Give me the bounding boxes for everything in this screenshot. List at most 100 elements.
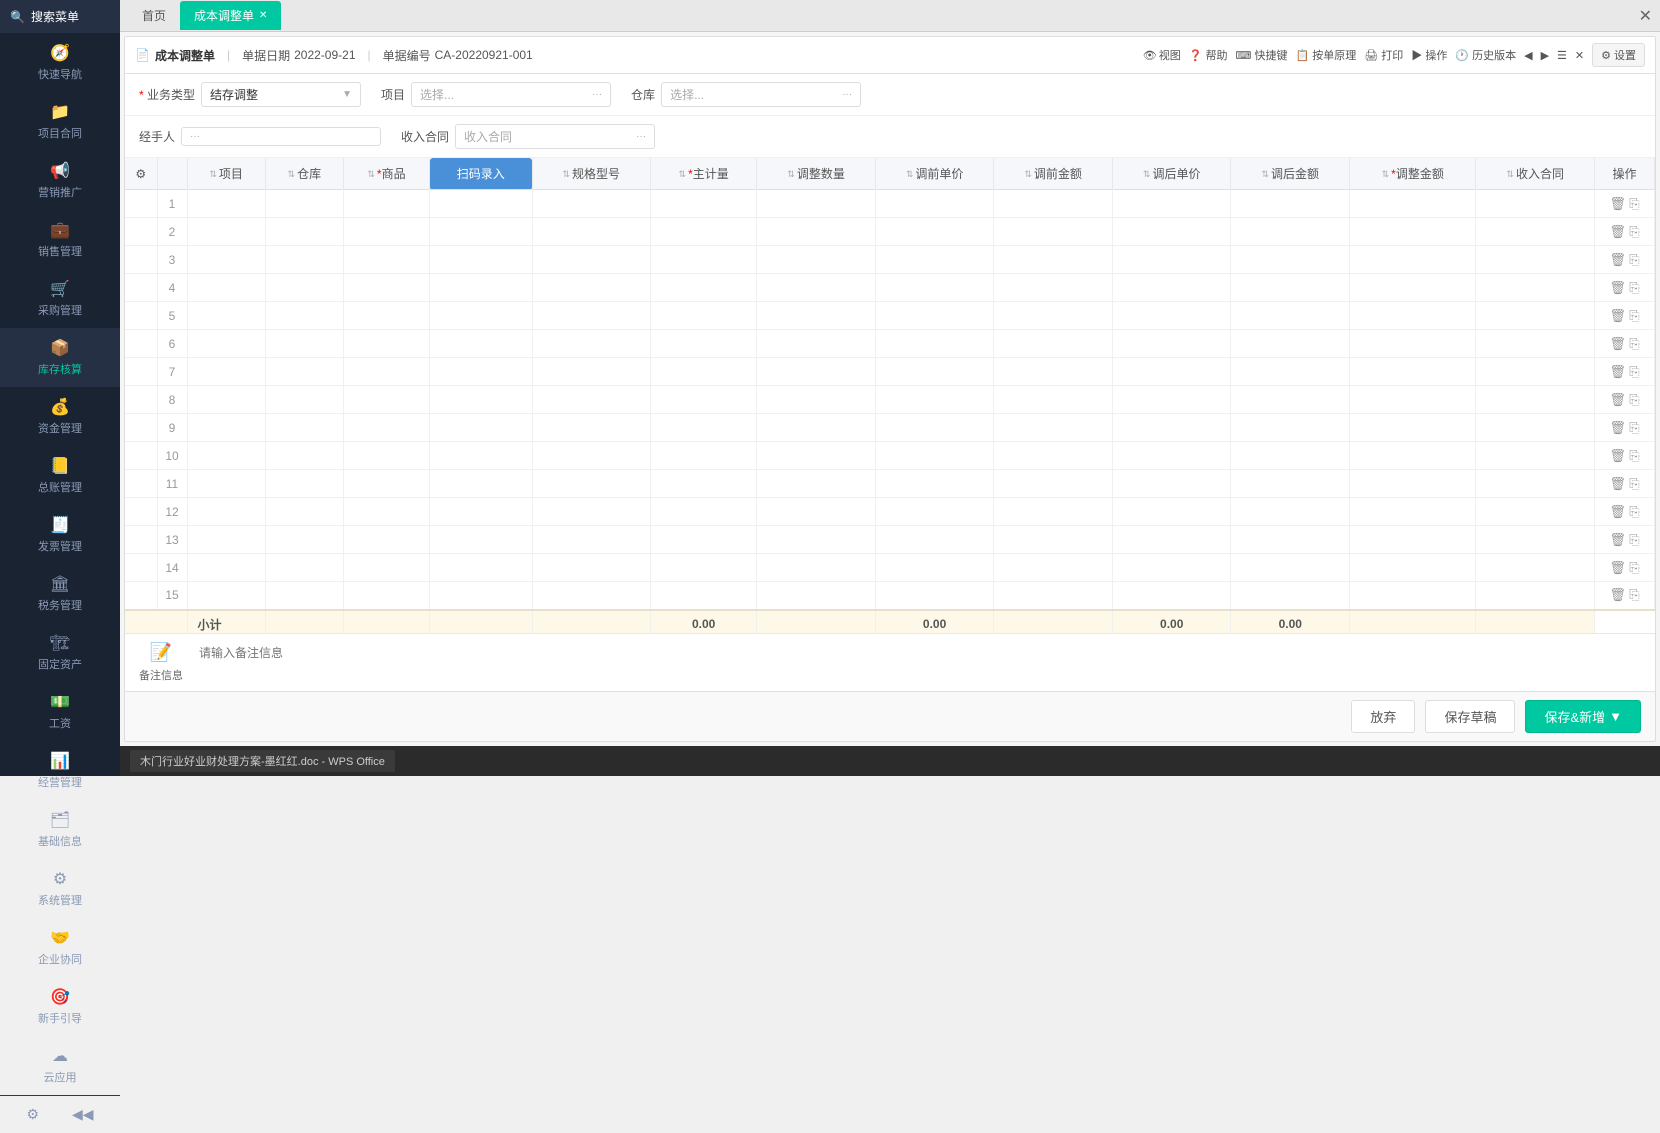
row-adjust-qty[interactable] [757,526,876,554]
row-spec[interactable] [532,330,651,358]
copy-row-icon[interactable]: ⎘ [1629,532,1639,547]
row-goods[interactable] [343,302,429,330]
save-draft-button[interactable]: 保存草稿 [1425,700,1515,733]
row-project[interactable] [187,498,265,526]
row-after-price[interactable] [1112,386,1231,414]
project-input[interactable]: 选择... ··· [411,82,611,107]
row-after-amount[interactable] [1231,218,1350,246]
operation-action[interactable]: ▶ 操作 [1411,47,1447,63]
prev-action[interactable]: ◀ [1524,49,1532,62]
row-income-contract[interactable] [1476,414,1595,442]
sidebar-item-finance[interactable]: 💰 资金管理 [0,387,120,446]
delete-row-icon[interactable]: 🗑 [1609,308,1626,323]
row-before-amount[interactable] [994,330,1113,358]
row-after-amount[interactable] [1231,526,1350,554]
row-after-amount[interactable] [1231,414,1350,442]
row-before-price[interactable] [875,246,994,274]
row-before-amount[interactable] [994,218,1113,246]
row-adjust-amount[interactable] [1350,442,1476,470]
row-scan[interactable] [430,330,533,358]
row-scan[interactable] [430,190,533,218]
row-after-amount[interactable] [1231,442,1350,470]
row-after-amount[interactable] [1231,554,1350,582]
copy-row-icon[interactable]: ⎘ [1629,224,1639,239]
row-goods[interactable] [343,582,429,610]
row-scan[interactable] [430,246,533,274]
row-project[interactable] [187,274,265,302]
row-before-amount[interactable] [994,358,1113,386]
discard-button[interactable]: 放弃 [1351,700,1415,733]
sidebar-item-operations[interactable]: 📊 经营管理 [0,741,120,800]
row-project[interactable] [187,582,265,610]
copy-row-icon[interactable]: ⎘ [1629,364,1639,379]
row-after-price[interactable] [1112,274,1231,302]
row-unit[interactable] [651,554,757,582]
row-unit[interactable] [651,330,757,358]
col-spec[interactable]: ⇅规格型号 [532,158,651,190]
row-scan[interactable] [430,358,533,386]
sidebar-item-procurement[interactable]: 🛒 采购管理 [0,269,120,328]
row-spec[interactable] [532,442,651,470]
row-after-amount[interactable] [1231,274,1350,302]
row-scan[interactable] [430,274,533,302]
row-before-price[interactable] [875,302,994,330]
row-adjust-qty[interactable] [757,302,876,330]
copy-row-icon[interactable]: ⎘ [1629,448,1639,463]
row-goods[interactable] [343,246,429,274]
row-unit[interactable] [651,526,757,554]
handler-input[interactable]: ··· [181,127,381,146]
copy-row-icon[interactable]: ⎘ [1629,420,1639,435]
delete-row-icon[interactable]: 🗑 [1609,560,1626,575]
row-unit[interactable] [651,414,757,442]
row-after-price[interactable] [1112,330,1231,358]
row-project[interactable] [187,470,265,498]
row-before-price[interactable] [875,414,994,442]
copy-row-icon[interactable]: ⎘ [1629,504,1639,519]
row-goods[interactable] [343,526,429,554]
row-spec[interactable] [532,414,651,442]
sidebar-item-base-info[interactable]: 🗂 基础信息 [0,800,120,859]
copy-row-icon[interactable]: ⎘ [1629,560,1639,575]
row-project[interactable] [187,358,265,386]
row-adjust-amount[interactable] [1350,470,1476,498]
row-warehouse[interactable] [265,386,343,414]
row-project[interactable] [187,302,265,330]
row-after-price[interactable] [1112,442,1231,470]
delete-row-icon[interactable]: 🗑 [1609,504,1626,519]
row-before-amount[interactable] [994,386,1113,414]
sidebar-item-project-contract[interactable]: 📁 项目合同 [0,92,120,151]
row-adjust-amount[interactable] [1350,330,1476,358]
row-income-contract[interactable] [1476,218,1595,246]
row-before-amount[interactable] [994,190,1113,218]
row-unit[interactable] [651,274,757,302]
col-warehouse[interactable]: ⇅仓库 [265,158,343,190]
row-goods[interactable] [343,218,429,246]
col-before-amount[interactable]: ⇅调前金额 [994,158,1113,190]
delete-row-icon[interactable]: 🗑 [1609,196,1626,211]
row-spec[interactable] [532,582,651,610]
row-adjust-amount[interactable] [1350,582,1476,610]
row-after-price[interactable] [1112,246,1231,274]
row-unit[interactable] [651,442,757,470]
tab-bar-close-icon[interactable]: ✕ [1639,6,1652,26]
row-adjust-qty[interactable] [757,442,876,470]
row-adjust-amount[interactable] [1350,358,1476,386]
row-goods[interactable] [343,274,429,302]
next-action[interactable]: ▶ [1541,49,1549,62]
row-unit[interactable] [651,190,757,218]
row-scan[interactable] [430,302,533,330]
row-goods[interactable] [343,190,429,218]
row-adjust-qty[interactable] [757,498,876,526]
row-after-amount[interactable] [1231,246,1350,274]
row-income-contract[interactable] [1476,358,1595,386]
row-income-contract[interactable] [1476,582,1595,610]
sidebar-item-tax[interactable]: 🏛 税务管理 [0,564,120,623]
row-after-amount[interactable] [1231,330,1350,358]
row-goods[interactable] [343,386,429,414]
help-action[interactable]: ❓ 帮助 [1189,47,1228,63]
col-before-price[interactable]: ⇅调前单价 [875,158,994,190]
warehouse-input[interactable]: 选择... ··· [661,82,861,107]
row-adjust-qty[interactable] [757,470,876,498]
row-before-amount[interactable] [994,526,1113,554]
row-income-contract[interactable] [1476,246,1595,274]
